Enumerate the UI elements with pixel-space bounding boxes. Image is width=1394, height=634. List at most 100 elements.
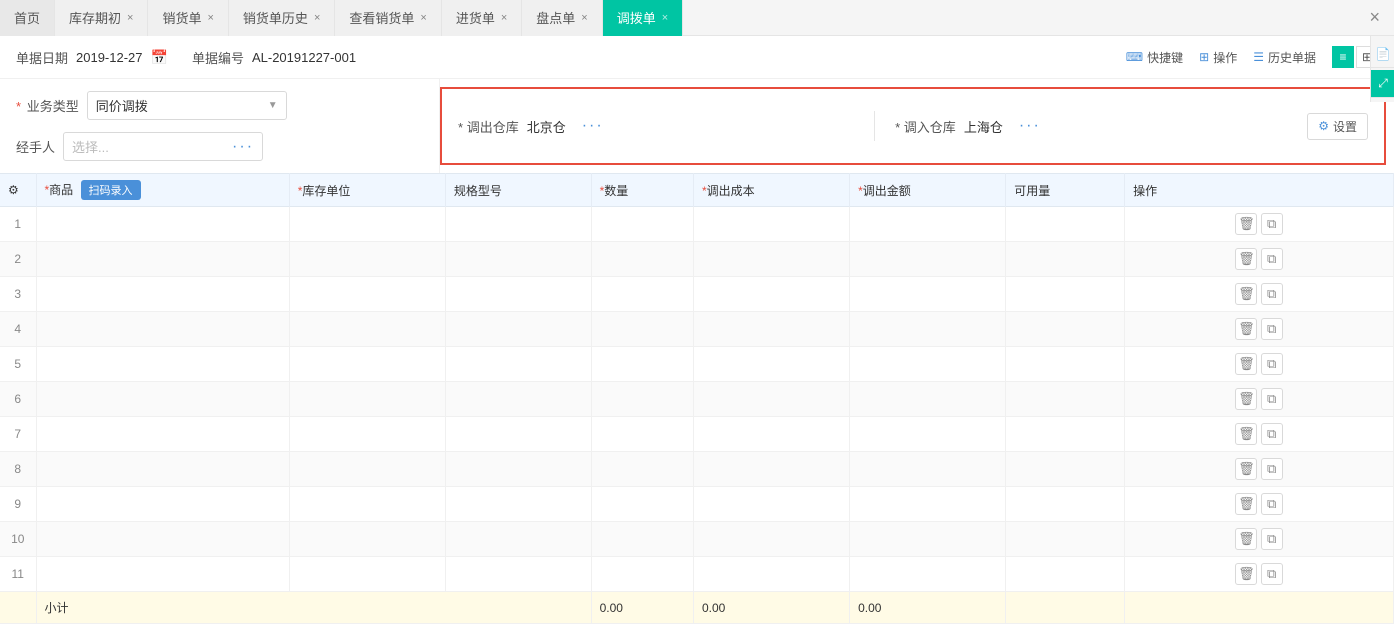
cell-product[interactable] — [36, 557, 289, 592]
cell-product[interactable] — [36, 242, 289, 277]
cell-amount[interactable] — [850, 207, 1006, 242]
scan-button[interactable]: 扫码录入 — [81, 180, 141, 200]
cell-unit[interactable] — [289, 452, 445, 487]
shortcuts-button[interactable]: ⌨ 快捷键 — [1126, 49, 1183, 66]
tab-purchase-order[interactable]: 进货单 × — [442, 0, 522, 36]
tab-view-sales-close[interactable]: × — [420, 12, 426, 24]
cell-amount[interactable] — [850, 452, 1006, 487]
cell-qty[interactable] — [591, 557, 693, 592]
tab-home[interactable]: 首页 — [0, 0, 55, 36]
cell-cost[interactable] — [693, 522, 849, 557]
cell-cost[interactable] — [693, 312, 849, 347]
tab-purchase-order-close[interactable]: × — [501, 12, 507, 24]
cell-available[interactable] — [1006, 522, 1125, 557]
handler-dots[interactable]: ··· — [232, 138, 254, 156]
cell-spec[interactable] — [445, 312, 591, 347]
cell-unit[interactable] — [289, 242, 445, 277]
cell-product[interactable] — [36, 382, 289, 417]
warehouse-out-dots[interactable]: ··· — [582, 117, 604, 135]
cell-available[interactable] — [1006, 557, 1125, 592]
cell-product[interactable] — [36, 312, 289, 347]
handler-select[interactable]: 选择... ··· — [63, 132, 263, 161]
cell-qty[interactable] — [591, 347, 693, 382]
cell-cost[interactable] — [693, 347, 849, 382]
cell-qty[interactable] — [591, 487, 693, 522]
cell-amount[interactable] — [850, 417, 1006, 452]
cell-cost[interactable] — [693, 242, 849, 277]
delete-icon[interactable]: 🗑 — [1235, 528, 1257, 550]
tab-sales-order-close[interactable]: × — [207, 12, 213, 24]
cell-cost[interactable] — [693, 557, 849, 592]
cell-unit[interactable] — [289, 347, 445, 382]
delete-icon[interactable]: 🗑 — [1235, 563, 1257, 585]
cell-product[interactable] — [36, 207, 289, 242]
cell-unit[interactable] — [289, 277, 445, 312]
window-close-button[interactable]: × — [1355, 0, 1394, 36]
delete-icon[interactable]: 🗑 — [1235, 248, 1257, 270]
cell-available[interactable] — [1006, 487, 1125, 522]
cell-amount[interactable] — [850, 312, 1006, 347]
cell-spec[interactable] — [445, 242, 591, 277]
delete-icon[interactable]: 🗑 — [1235, 353, 1257, 375]
cell-cost[interactable] — [693, 382, 849, 417]
cell-available[interactable] — [1006, 382, 1125, 417]
cell-unit[interactable] — [289, 312, 445, 347]
delete-icon[interactable]: 🗑 — [1235, 283, 1257, 305]
cell-product[interactable] — [36, 522, 289, 557]
cell-spec[interactable] — [445, 382, 591, 417]
copy-icon[interactable]: ⧉ — [1261, 248, 1283, 270]
warehouse-in-dots[interactable]: ··· — [1019, 117, 1041, 135]
cell-spec[interactable] — [445, 277, 591, 312]
th-settings[interactable]: ⚙ — [0, 174, 36, 207]
cell-cost[interactable] — [693, 487, 849, 522]
tab-inventory-check[interactable]: 盘点单 × — [522, 0, 602, 36]
cell-qty[interactable] — [591, 277, 693, 312]
tab-transfer[interactable]: 调拨单 × — [603, 0, 683, 36]
cell-available[interactable] — [1006, 242, 1125, 277]
cell-available[interactable] — [1006, 207, 1125, 242]
tab-inventory-check-close[interactable]: × — [581, 12, 587, 24]
tab-inventory-init-close[interactable]: × — [127, 12, 133, 24]
cell-qty[interactable] — [591, 312, 693, 347]
tab-sales-history[interactable]: 销货单历史 × — [229, 0, 335, 36]
cell-amount[interactable] — [850, 522, 1006, 557]
cell-spec[interactable] — [445, 417, 591, 452]
tab-sales-history-close[interactable]: × — [314, 12, 320, 24]
delete-icon[interactable]: 🗑 — [1235, 493, 1257, 515]
cell-qty[interactable] — [591, 452, 693, 487]
cell-available[interactable] — [1006, 277, 1125, 312]
tab-transfer-close[interactable]: × — [662, 12, 668, 24]
business-type-select[interactable]: 同价调拨 ▼ — [87, 91, 287, 120]
cell-product[interactable] — [36, 487, 289, 522]
cell-amount[interactable] — [850, 487, 1006, 522]
cell-product[interactable] — [36, 417, 289, 452]
tab-inventory-init[interactable]: 库存期初 × — [55, 0, 148, 36]
cell-cost[interactable] — [693, 417, 849, 452]
copy-icon[interactable]: ⧉ — [1261, 283, 1283, 305]
cell-cost[interactable] — [693, 452, 849, 487]
right-panel-expand-button[interactable]: ⤢ — [1371, 70, 1394, 98]
cell-qty[interactable] — [591, 522, 693, 557]
cell-product[interactable] — [36, 277, 289, 312]
cell-spec[interactable] — [445, 207, 591, 242]
copy-icon[interactable]: ⧉ — [1261, 423, 1283, 445]
cell-spec[interactable] — [445, 522, 591, 557]
cell-spec[interactable] — [445, 347, 591, 382]
right-panel-doc-button[interactable]: 📄 — [1371, 40, 1394, 68]
copy-icon[interactable]: ⧉ — [1261, 528, 1283, 550]
copy-icon[interactable]: ⧉ — [1261, 458, 1283, 480]
cell-unit[interactable] — [289, 522, 445, 557]
actions-button[interactable]: ⊞ 操作 — [1199, 49, 1237, 66]
list-view-button[interactable]: ≡ — [1332, 46, 1354, 68]
copy-icon[interactable]: ⧉ — [1261, 353, 1283, 375]
cell-qty[interactable] — [591, 382, 693, 417]
cell-product[interactable] — [36, 347, 289, 382]
cell-spec[interactable] — [445, 557, 591, 592]
delete-icon[interactable]: 🗑 — [1235, 213, 1257, 235]
copy-icon[interactable]: ⧉ — [1261, 493, 1283, 515]
calendar-icon[interactable]: 📅 — [151, 49, 168, 66]
copy-icon[interactable]: ⧉ — [1261, 388, 1283, 410]
cell-amount[interactable] — [850, 242, 1006, 277]
cell-qty[interactable] — [591, 417, 693, 452]
cell-unit[interactable] — [289, 207, 445, 242]
